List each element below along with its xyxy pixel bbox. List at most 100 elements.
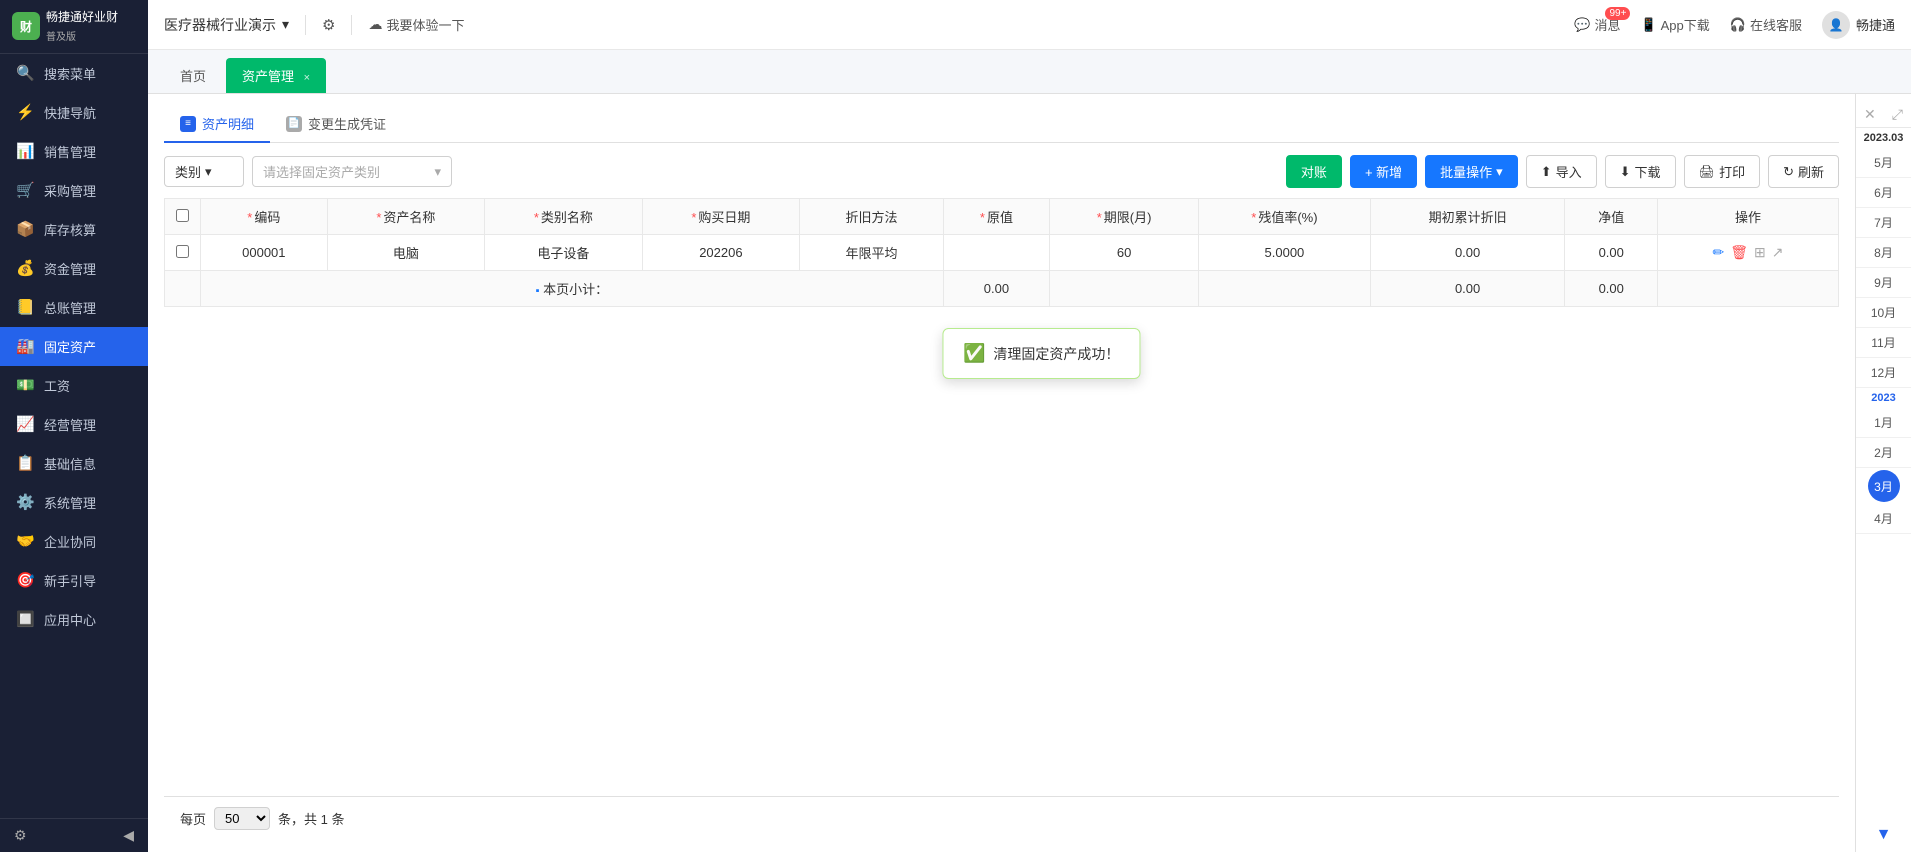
- guide-icon: 🎯: [16, 571, 34, 589]
- sidebar-item-search[interactable]: 🔍 搜索菜单: [0, 54, 148, 93]
- sidebar-item-purchase[interactable]: 🛒 采购管理: [0, 171, 148, 210]
- per-page-label: 每页: [180, 809, 206, 828]
- sidebar-item-quick-nav[interactable]: ⚡ 快捷导航: [0, 93, 148, 132]
- print-icon: 🖨: [1699, 164, 1716, 180]
- subtotal-checkbox: [165, 271, 201, 307]
- reconcile-button[interactable]: 对账: [1286, 155, 1342, 188]
- batch-button[interactable]: 批量操作 ▾: [1425, 155, 1518, 188]
- month-3[interactable]: 3月: [1868, 470, 1900, 502]
- month-5[interactable]: 5月: [1856, 148, 1911, 178]
- row-actions: ✏ 🗑 ⊞ ↗: [1657, 235, 1838, 271]
- feedback-btn[interactable]: ☁ 我要体验一下: [368, 15, 464, 34]
- topbar: 医疗器械行业演示 ▾ ⚙ ☁ 我要体验一下 💬 消息 99+ 📱 App下载 🎧…: [148, 0, 1911, 50]
- new-label: + 新增: [1365, 162, 1402, 181]
- user-avatar: 👤: [1822, 11, 1850, 39]
- month-2[interactable]: 2月: [1856, 438, 1911, 468]
- refresh-button[interactable]: ↻ 刷新: [1768, 155, 1839, 188]
- logo-icon: 财: [12, 12, 40, 40]
- sidebar-item-label: 系统管理: [44, 493, 96, 512]
- sidebar-menu: 🔍 搜索菜单 ⚡ 快捷导航 📊 销售管理 🛒 采购管理 📦 库存核算 💰 资金管…: [0, 54, 148, 818]
- system-icon: ⚙️: [16, 493, 34, 511]
- batch-chevron-icon: ▾: [1496, 164, 1503, 180]
- month-10[interactable]: 10月: [1856, 298, 1911, 328]
- sales-icon: 📊: [16, 142, 34, 160]
- edit-icon[interactable]: ✏: [1712, 244, 1724, 261]
- per-page-select[interactable]: 50 100 200: [214, 807, 270, 830]
- delete-icon[interactable]: 🗑: [1730, 244, 1748, 261]
- sidebar-item-system[interactable]: ⚙️ 系统管理: [0, 483, 148, 522]
- message-btn[interactable]: 💬 消息 99+: [1574, 15, 1620, 34]
- message-badge: 99+: [1605, 7, 1630, 20]
- subtotal-actions: [1657, 271, 1838, 307]
- table-row: 000001 电脑 电子设备 202206 年限平均 60 5.0000 0.0…: [165, 235, 1839, 271]
- month-4[interactable]: 4月: [1856, 504, 1911, 534]
- row-checkbox-cell[interactable]: [165, 235, 201, 271]
- month-9[interactable]: 9月: [1856, 268, 1911, 298]
- col-name: *资产名称: [327, 199, 485, 235]
- new-button[interactable]: + 新增: [1350, 155, 1417, 188]
- panel-year-label: 2023.03: [1864, 128, 1904, 148]
- month-8[interactable]: 8月: [1856, 238, 1911, 268]
- down-arrow-icon[interactable]: ▼: [1876, 826, 1892, 844]
- sidebar-item-basic-info[interactable]: 📋 基础信息: [0, 444, 148, 483]
- subtab-change-voucher[interactable]: 📄 变更生成凭证: [270, 106, 402, 143]
- category-type-chevron-icon: ▾: [434, 164, 441, 180]
- right-panel-bottom: ▼: [1876, 818, 1892, 852]
- user-menu[interactable]: 👤 畅捷通: [1822, 11, 1895, 39]
- tab-asset-management[interactable]: 资产管理 ×: [226, 58, 326, 93]
- service-btn[interactable]: 🎧 在线客服: [1730, 15, 1802, 34]
- select-all-checkbox[interactable]: [176, 209, 189, 222]
- row-depreciation-method: 年限平均: [800, 235, 944, 271]
- sidebar-item-sales[interactable]: 📊 销售管理: [0, 132, 148, 171]
- row-net-value: 0.00: [1565, 235, 1657, 271]
- month-11[interactable]: 11月: [1856, 328, 1911, 358]
- sidebar-item-operations[interactable]: 📈 经营管理: [0, 405, 148, 444]
- select-all-header[interactable]: [165, 199, 201, 235]
- month-7[interactable]: 7月: [1856, 208, 1911, 238]
- print-button[interactable]: 🖨 打印: [1684, 155, 1761, 188]
- company-selector[interactable]: 医疗器械行业演示 ▾: [164, 15, 289, 35]
- row-checkbox[interactable]: [176, 245, 189, 258]
- sidebar-item-label: 应用中心: [44, 610, 96, 629]
- subtab-change-voucher-label: 变更生成凭证: [308, 114, 386, 133]
- subtab-asset-detail[interactable]: ≡ 资产明细: [164, 106, 270, 143]
- month-12[interactable]: 12月: [1856, 358, 1911, 388]
- category-filter[interactable]: 类别 ▾: [164, 156, 244, 187]
- close-panel-icon[interactable]: ✕: [1864, 106, 1876, 123]
- year-2023-label[interactable]: 2023: [1856, 388, 1911, 408]
- quick-nav-icon: ⚡: [16, 103, 34, 121]
- action-icons: ✏ 🗑 ⊞ ↗: [1668, 244, 1828, 261]
- collapse-icon[interactable]: ◀: [123, 827, 134, 844]
- sidebar-item-inventory[interactable]: 📦 库存核算: [0, 210, 148, 249]
- app-download-btn[interactable]: 📱 App下载: [1640, 15, 1709, 34]
- subtotal-original-value: 0.00: [943, 271, 1049, 307]
- download-button[interactable]: ⬇ 下载: [1605, 155, 1676, 188]
- settings-icon[interactable]: ⚙: [14, 827, 27, 844]
- copy-icon[interactable]: ⊞: [1754, 244, 1766, 261]
- sidebar-item-fixed-assets[interactable]: 🏭 固定资产: [0, 327, 148, 366]
- sidebar-item-payroll[interactable]: 💵 工资: [0, 366, 148, 405]
- sidebar-item-label: 企业协同: [44, 532, 96, 551]
- sidebar-item-label: 销售管理: [44, 142, 96, 161]
- col-code: *编码: [201, 199, 328, 235]
- tab-home[interactable]: 首页: [164, 58, 222, 93]
- more-icon[interactable]: ↗: [1772, 244, 1784, 261]
- sidebar-item-enterprise[interactable]: 🤝 企业协同: [0, 522, 148, 561]
- sidebar-item-ledger[interactable]: 📒 总账管理: [0, 288, 148, 327]
- tab-close-icon[interactable]: ×: [304, 72, 310, 84]
- category-type-filter[interactable]: 请选择固定资产类别 ▾: [252, 156, 452, 187]
- reconcile-label: 对账: [1301, 162, 1327, 181]
- logo-text-area: 畅捷通好业财 普及版: [46, 10, 118, 43]
- month-6[interactable]: 6月: [1856, 178, 1911, 208]
- subtotal-net: 0.00: [1565, 271, 1657, 307]
- row-period: 60: [1050, 235, 1199, 271]
- service-label: 在线客服: [1750, 15, 1802, 34]
- sidebar-item-label: 搜索菜单: [44, 64, 96, 83]
- sidebar-item-guide[interactable]: 🎯 新手引导: [0, 561, 148, 600]
- settings-gear-icon[interactable]: ⚙: [322, 16, 335, 34]
- month-1[interactable]: 1月: [1856, 408, 1911, 438]
- sidebar-item-finance[interactable]: 💰 资金管理: [0, 249, 148, 288]
- export-button[interactable]: ⬆ 导入: [1526, 155, 1597, 188]
- sidebar-item-app-center[interactable]: 🔲 应用中心: [0, 600, 148, 639]
- expand-panel-icon[interactable]: ⤢: [1892, 106, 1903, 123]
